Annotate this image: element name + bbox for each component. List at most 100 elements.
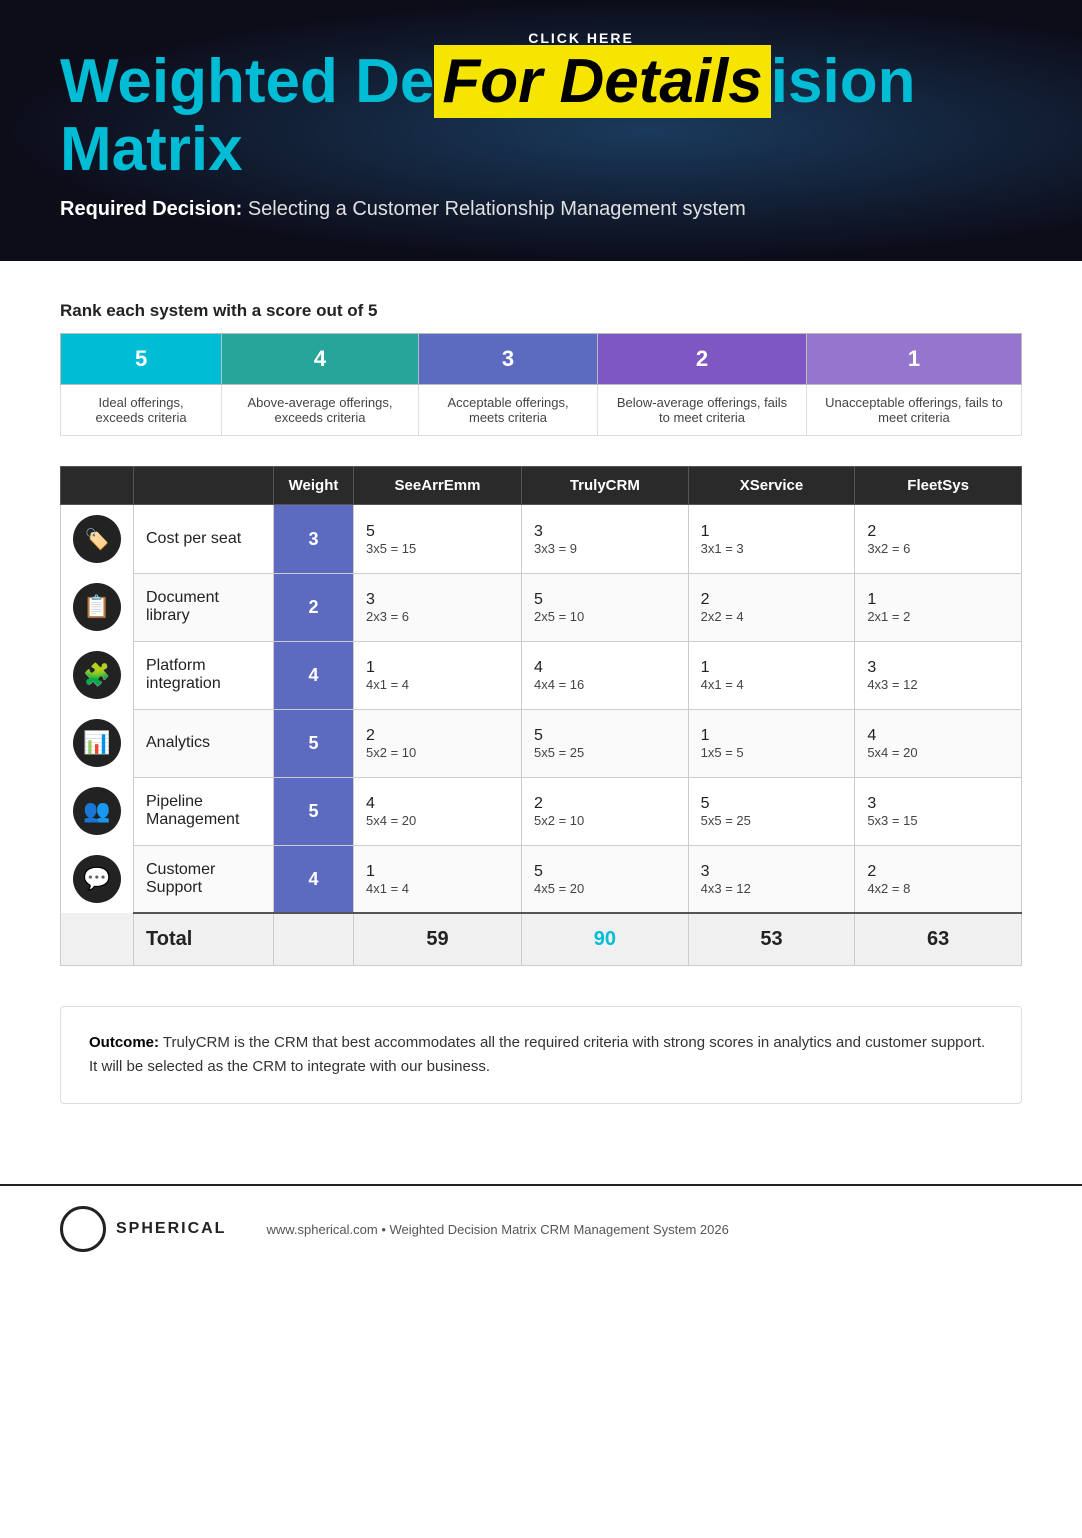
score-seeArremm-3: 14x1 = 4 [354, 641, 522, 709]
criteria-cell-4: Analytics [134, 709, 274, 777]
criteria-header [134, 467, 274, 505]
icon-cell-6: 💬 [61, 845, 134, 913]
icon-cell-1: 🏷️ [61, 505, 134, 574]
score-seeArremm-2: 32x3 = 6 [354, 573, 522, 641]
rank-1-desc: Unacceptable offerings, fails to meet cr… [806, 385, 1021, 436]
score-fleetsys-4: 45x4 = 20 [855, 709, 1022, 777]
score-xservice-3: 14x1 = 4 [688, 641, 855, 709]
support-icon: 💬 [73, 855, 121, 903]
score-xservice-5: 55x5 = 25 [688, 777, 855, 845]
seeArremm-header: SeeArrEmm [354, 467, 522, 505]
score-seeArremm-5: 45x4 = 20 [354, 777, 522, 845]
score-xservice-6: 34x3 = 12 [688, 845, 855, 913]
outcome-label: Outcome: [89, 1034, 159, 1051]
total-xservice: 53 [688, 913, 855, 966]
score-trulycrm-3: 44x4 = 16 [522, 641, 689, 709]
score-fleetsys-3: 34x3 = 12 [855, 641, 1022, 709]
score-xservice-4: 11x5 = 5 [688, 709, 855, 777]
table-row: 👥 Pipeline Management 5 45x4 = 20 25x2 =… [61, 777, 1022, 845]
spherical-logo-icon [60, 1206, 106, 1252]
outcome-text: TrulyCRM is the CRM that best accommodat… [89, 1034, 985, 1075]
table-row: 💬 Customer Support 4 14x1 = 4 54x5 = 20 … [61, 845, 1022, 913]
rank-4-header: 4 [222, 334, 419, 385]
weight-cell-3: 4 [274, 641, 354, 709]
criteria-cell-6: Customer Support [134, 845, 274, 913]
total-icon-cell [61, 913, 134, 966]
score-xservice-1: 13x1 = 3 [688, 505, 855, 574]
footer-brand: SPHERICAL [116, 1220, 226, 1238]
table-row: 📋 Document library 2 32x3 = 6 52x5 = 10 … [61, 573, 1022, 641]
rank-2-header: 2 [598, 334, 807, 385]
score-seeArremm-1: 53x5 = 15 [354, 505, 522, 574]
icon-cell-5: 👥 [61, 777, 134, 845]
weight-cell-2: 2 [274, 573, 354, 641]
score-seeArremm-4: 25x2 = 10 [354, 709, 522, 777]
total-weight-cell [274, 913, 354, 966]
table-row: 🏷️ Cost per seat 3 53x5 = 15 33x3 = 9 13… [61, 505, 1022, 574]
total-trulycrm: 90 [522, 913, 689, 966]
table-row: 📊 Analytics 5 25x2 = 10 55x5 = 25 11x5 =… [61, 709, 1022, 777]
header-title-wrapper: Weighted DeFor Detailsision Matrix [60, 48, 1022, 184]
score-fleetsys-1: 23x2 = 6 [855, 505, 1022, 574]
required-decision-label: Required Decision: [60, 198, 242, 220]
required-decision-text: Selecting a Customer Relationship Manage… [242, 198, 746, 220]
score-fleetsys-5: 35x3 = 15 [855, 777, 1022, 845]
footer: SPHERICAL www.spherical.com • Weighted D… [0, 1184, 1082, 1272]
rank-desc-row: Ideal offerings, exceeds criteria Above-… [61, 385, 1022, 436]
platform-icon: 🧩 [73, 651, 121, 699]
weight-cell-4: 5 [274, 709, 354, 777]
icon-cell-4: 📊 [61, 709, 134, 777]
table-row: 🧩 Platform integration 4 14x1 = 4 44x4 =… [61, 641, 1022, 709]
icon-header [61, 467, 134, 505]
main-content: Rank each system with a score out of 5 5… [0, 261, 1082, 1184]
score-trulycrm-1: 33x3 = 9 [522, 505, 689, 574]
weight-cell-6: 4 [274, 845, 354, 913]
rank-title: Rank each system with a score out of 5 [60, 301, 1022, 321]
trulycrm-header: TrulyCRM [522, 467, 689, 505]
rank-1-header: 1 [806, 334, 1021, 385]
total-fleetsys: 63 [855, 913, 1022, 966]
rank-5-desc: Ideal offerings, exceeds criteria [61, 385, 222, 436]
rank-header-row: 5 4 3 2 1 [61, 334, 1022, 385]
xservice-header: XService [688, 467, 855, 505]
icon-cell-2: 📋 [61, 573, 134, 641]
total-seearremm: 59 [354, 913, 522, 966]
footer-text: www.spherical.com • Weighted Decision Ma… [266, 1222, 728, 1237]
page-title: Weighted DeFor Detailsision Matrix [60, 48, 1022, 184]
score-xservice-2: 22x2 = 4 [688, 573, 855, 641]
required-decision: Required Decision: Selecting a Customer … [60, 198, 1022, 221]
score-trulycrm-5: 25x2 = 10 [522, 777, 689, 845]
weight-cell-1: 3 [274, 505, 354, 574]
matrix-header-row: Weight SeeArrEmm TrulyCRM XService Fleet… [61, 467, 1022, 505]
matrix-section: Weight SeeArrEmm TrulyCRM XService Fleet… [60, 466, 1022, 966]
rank-table: 5 4 3 2 1 Ideal offerings, exceeds crite… [60, 333, 1022, 436]
footer-logo: SPHERICAL [60, 1206, 226, 1252]
fleetsys-header: FleetSys [855, 467, 1022, 505]
criteria-cell-3: Platform integration [134, 641, 274, 709]
outcome-section: Outcome: TrulyCRM is the CRM that best a… [60, 1006, 1022, 1104]
score-trulycrm-6: 54x5 = 20 [522, 845, 689, 913]
title-part1: Weighted De [60, 47, 434, 116]
total-xservice-value: 53 [760, 928, 782, 950]
criteria-cell-2: Document library [134, 573, 274, 641]
rank-2-desc: Below-average offerings, fails to meet c… [598, 385, 807, 436]
total-label-cell: Total [134, 913, 274, 966]
total-fleetsys-value: 63 [927, 928, 949, 950]
total-trulycrm-value: 90 [594, 928, 616, 950]
rank-3-desc: Acceptable offerings, meets criteria [418, 385, 597, 436]
analytics-icon: 📊 [73, 719, 121, 767]
score-trulycrm-4: 55x5 = 25 [522, 709, 689, 777]
weight-cell-5: 5 [274, 777, 354, 845]
score-trulycrm-2: 52x5 = 10 [522, 573, 689, 641]
cost-icon: 🏷️ [73, 515, 121, 563]
icon-cell-3: 🧩 [61, 641, 134, 709]
rank-4-desc: Above-average offerings, exceeds criteri… [222, 385, 419, 436]
weight-header: Weight [274, 467, 354, 505]
rank-5-header: 5 [61, 334, 222, 385]
score-seeArremm-6: 14x1 = 4 [354, 845, 522, 913]
title-highlight[interactable]: For Details [434, 45, 770, 118]
rank-3-header: 3 [418, 334, 597, 385]
score-fleetsys-2: 12x1 = 2 [855, 573, 1022, 641]
criteria-cell-5: Pipeline Management [134, 777, 274, 845]
rank-section: Rank each system with a score out of 5 5… [60, 301, 1022, 436]
